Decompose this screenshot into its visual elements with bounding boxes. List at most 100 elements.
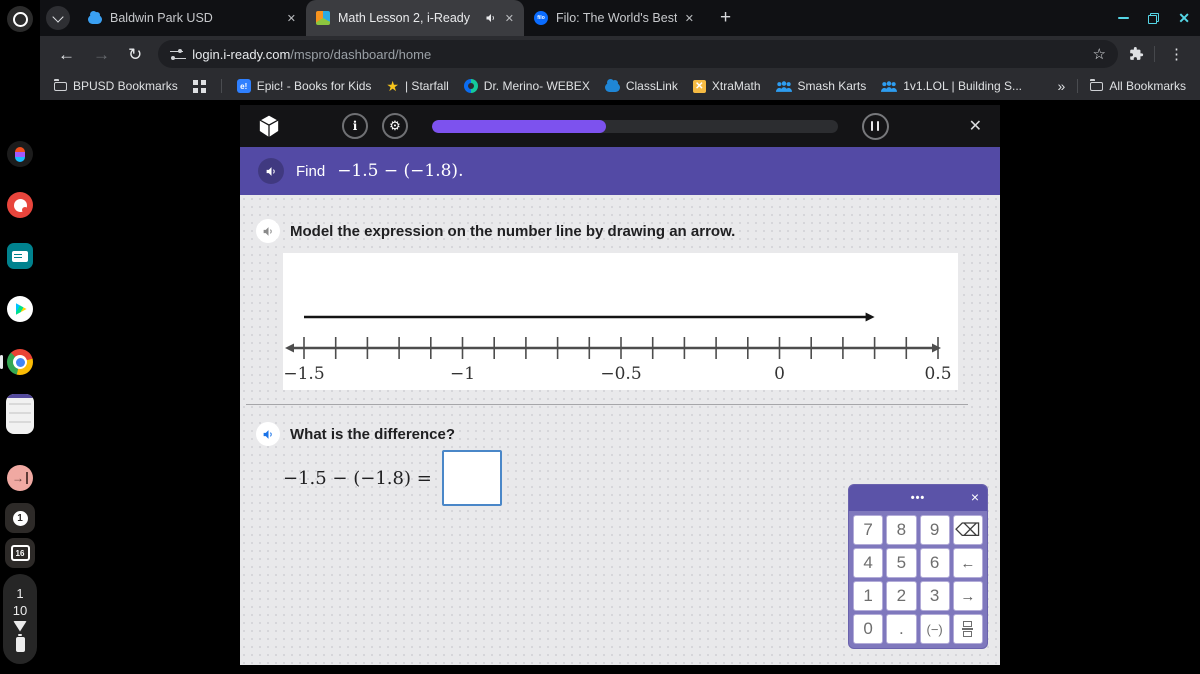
baldwin-favicon [88,11,102,24]
tab-audio-icon[interactable] [485,12,497,24]
key-decimal[interactable]: . [886,614,917,644]
new-tab-button[interactable]: + [714,7,737,29]
back-button[interactable]: ← [52,46,81,63]
bookmark-smash-karts[interactable]: Smash Karts [775,79,866,93]
bookmark-epic[interactable]: Epic! - Books for Kids [236,79,372,93]
chrome-app-icon[interactable] [7,349,33,375]
bookmark-webex[interactable]: Dr. Merino- WEBEX [463,79,590,93]
bookmarks-overflow-icon[interactable]: » [1058,78,1066,94]
info-button[interactable]: i [342,113,368,139]
bookmark-1v1lol[interactable]: 1v1.LOL | Building S... [881,79,1022,93]
card-icon [12,250,28,262]
fraction-icon[interactable] [952,614,983,644]
clock-hour: 1 [16,585,24,601]
browser-window: Baldwin Park USD ✕ Math Lesson 2, i-Read… [40,0,1200,674]
keypad-close-icon[interactable]: × [971,489,979,505]
progress-bar [432,119,838,133]
tab-filo[interactable]: Filo: The World's Best Study He ✕ [524,0,704,36]
launcher-icon[interactable] [7,6,33,32]
tab-search-button[interactable] [46,6,70,30]
lesson-close-icon[interactable]: ✕ [969,116,982,136]
bookmark-label: Epic! - Books for Kids [256,79,372,93]
key-7[interactable]: 7 [853,515,884,545]
svg-text:−1.5: −1.5 [283,364,324,384]
status-tray[interactable]: 1 10 [3,574,37,664]
lesson-toolbar: i ⚙ ✕ [240,105,1000,147]
bookmark-label: Dr. Merino- WEBEX [483,79,590,93]
number-pad-header[interactable]: ••• × [849,485,987,511]
answer-input[interactable] [441,450,502,506]
speaker-icon[interactable] [256,219,280,243]
tab-baldwin-park[interactable]: Baldwin Park USD ✕ [78,0,306,36]
canvas-app-icon[interactable] [7,192,33,218]
key-8[interactable]: 8 [886,515,917,545]
speaker-icon[interactable] [256,422,280,446]
bookmarks-folder-bpusd[interactable]: BPUSD Bookmarks [54,79,178,93]
notification-app-icon[interactable]: 1 [5,503,35,533]
cursive-app-icon[interactable] [7,243,33,269]
arrow-left-icon[interactable]: ← [952,548,983,578]
key-4[interactable]: 4 [853,548,884,578]
folder-icon [1090,79,1104,91]
bookmark-label: ClassLink [625,79,678,93]
close-window-icon[interactable]: ✕ [1178,10,1190,27]
tab-iready-lesson[interactable]: Math Lesson 2, i-Ready ✕ [306,0,524,36]
browser-menu-icon[interactable]: ⋮ [1165,45,1188,63]
key-5[interactable]: 5 [886,548,917,578]
extensions-icon[interactable] [1128,46,1144,62]
minimize-icon[interactable] [1118,17,1130,19]
key-0[interactable]: 0 [853,614,884,644]
enter-arrow-icon: → [12,472,28,484]
key-1[interactable]: 1 [853,581,884,611]
tab-close-icon[interactable]: ✕ [685,12,694,25]
bookmark-xtramath[interactable]: ✕ XtraMath [692,79,761,93]
drag-handle-icon[interactable]: ••• [911,492,926,504]
apps-grid-icon[interactable] [192,79,206,93]
bookmark-label: BPUSD Bookmarks [73,79,178,93]
tab-close-icon[interactable]: ✕ [505,12,514,25]
url-host: login.i-ready.com [192,46,291,62]
all-bookmarks-button[interactable]: All Bookmarks [1090,79,1186,93]
url-text: login.i-ready.com/mspro/dashboard/home [192,47,431,62]
question-banner: Find −1.5 − (−1.8). [240,147,1000,195]
toolbar-divider [1154,46,1155,62]
screen: → 1 16 1 10 Baldwin Park USD ✕ Math Less… [0,0,1200,674]
bookmark-label: XtraMath [711,79,761,93]
site-settings-icon[interactable] [170,48,184,61]
sign-out-icon[interactable]: → [7,465,33,491]
section-divider [246,404,968,405]
bookmark-starfall[interactable]: ★ | Starfall [386,79,448,93]
number-line-canvas[interactable]: −1.5 −1 −0.5 0 0.5 [283,253,958,390]
restore-icon[interactable] [1148,12,1160,24]
calendar-app-icon[interactable]: 16 [5,538,35,568]
cloud-icon [604,79,620,92]
arrow-right-icon[interactable]: → [952,581,983,611]
bookmark-classlink[interactable]: ClassLink [604,79,678,93]
bookmark-star-icon[interactable]: ☆ [1093,45,1106,63]
key-3[interactable]: 3 [919,581,950,611]
number-line[interactable]: −1.5 −1 −0.5 0 0.5 [283,253,958,390]
tab-close-icon[interactable]: ✕ [287,12,296,25]
address-bar[interactable]: login.i-ready.com/mspro/dashboard/home ☆ [158,40,1118,68]
reload-button[interactable]: ↻ [122,46,148,63]
key-9[interactable]: 9 [919,515,950,545]
badge-count: 1 [12,510,28,526]
speaker-icon[interactable] [258,158,284,184]
svg-text:0.5: 0.5 [924,364,951,384]
pause-button[interactable] [861,112,889,140]
key-2[interactable]: 2 [886,581,917,611]
forward-button[interactable]: → [87,46,116,63]
difference-prompt-text: What is the difference? [290,425,456,443]
figma-logo [15,146,25,162]
calendar-day: 16 [10,545,30,561]
window-stack-icon[interactable] [6,394,34,434]
bookmark-label: | Starfall [404,79,449,93]
key-negative[interactable]: (−) [919,614,950,644]
chevron-down-icon [52,10,64,23]
play-store-icon[interactable] [7,296,33,322]
key-6[interactable]: 6 [919,548,950,578]
bookmarks-divider [220,79,222,93]
figma-app-icon[interactable] [7,141,33,167]
backspace-icon[interactable]: ⌫ [952,515,983,545]
settings-button[interactable]: ⚙ [382,113,408,139]
